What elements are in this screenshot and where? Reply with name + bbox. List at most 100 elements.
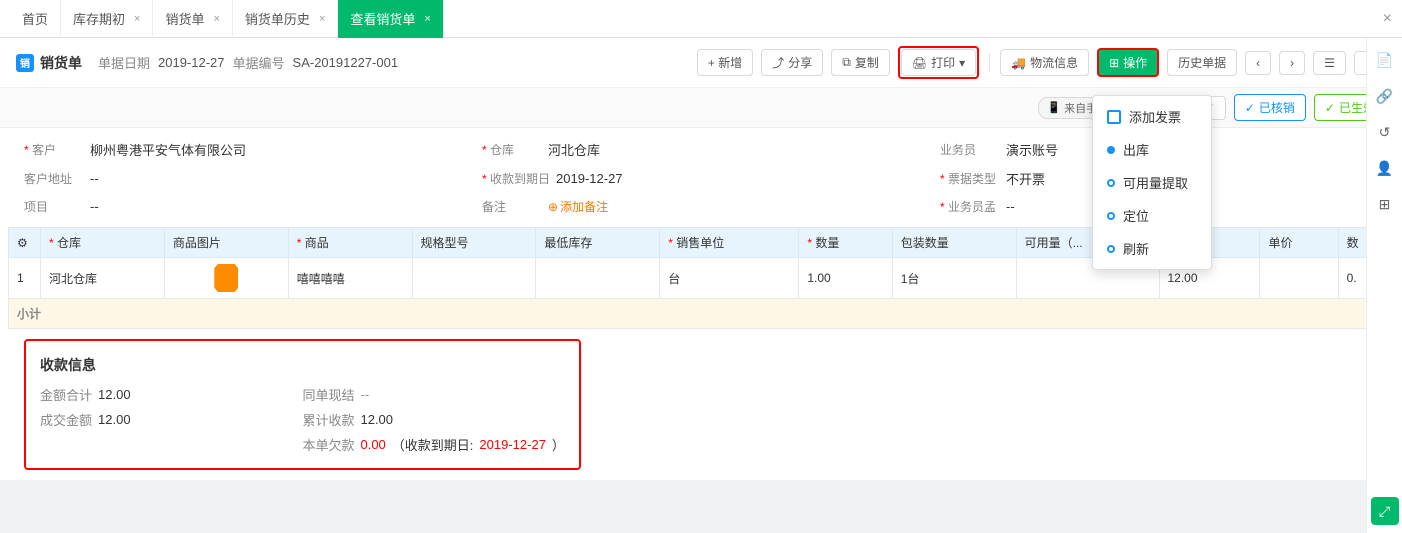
row-pack-qty: 1台 [892,258,1016,299]
locate-label: 定位 [1123,206,1149,225]
tab-inventory-init[interactable]: 库存期初 × [61,0,153,38]
same-order-value: -- [360,387,369,402]
row-qty: 1.00 [799,258,892,299]
dropdown-add-invoice[interactable]: 添加发票 [1093,100,1211,133]
row-product: 嘻嘻嘻嘻 [288,258,412,299]
nav-next-button[interactable]: › [1279,51,1305,75]
row-price [1260,258,1338,299]
tab-sales-order[interactable]: 销货单 × [153,0,232,38]
payment-info: 收款信息 金额合计 12.00 同单现结 -- 成交金额 12.00 累计收款 … [24,339,581,470]
total-amount-row: 金额合计 12.00 [40,385,302,404]
new-button[interactable]: + 新增 [697,49,753,76]
tab-sales-history[interactable]: 销货单历史 × [233,0,338,38]
available-qty-label: 可用量提取 [1123,173,1188,192]
dropdown-refresh[interactable]: 刷新 [1093,232,1211,265]
remark-row: 备注 ⊕ 添加备注 [482,198,920,215]
tab-home[interactable]: 首页 [10,0,61,38]
address-row: 客户地址 -- [24,169,462,188]
cumulative-label: 累计收款 [302,410,354,429]
operations-dropdown: 添加发票 出库 可用量提取 定位 刷新 [1092,95,1212,270]
same-order-label: 同单现结 [302,385,354,404]
doc-title-text: 销货单 [40,53,82,73]
remark-add-label: 添加备注 [560,198,608,215]
row-spec [412,258,536,299]
sales-staff-value: -- [1006,199,1015,214]
col-settings[interactable]: ⚙ [9,228,41,258]
divider1 [989,54,990,72]
date-label: 单据日期 [98,53,150,72]
address-value: -- [90,171,99,186]
copy-button[interactable]: ⧉ 复制 [831,49,890,76]
remark-add-icon: ⊕ [548,200,558,214]
add-invoice-label: 添加发票 [1129,107,1181,126]
arrears-value: 0.00 [360,437,385,452]
row-unit: 台 [660,258,799,299]
tab-inventory-init-close[interactable]: × [134,13,140,25]
sidebar-refresh-icon[interactable]: ↺ [1371,118,1399,146]
sidebar-link-icon[interactable]: 🔗 [1371,82,1399,110]
doc-actions: + 新增 ⤴ 分享 ⧉ 复制 🖨 打印 ▾ 🚚 物流信息 [697,46,1386,79]
tab-sales-history-close[interactable]: × [319,13,325,25]
sold-out-btn[interactable]: ✓ 已核销 [1234,94,1306,121]
doc-icon-text: 销 [20,55,30,70]
customer-value: 柳州粤港平安气体有限公司 [90,140,246,159]
payment-date-label: 收款到期日 [482,170,550,187]
tab-bar-close[interactable]: × [1383,10,1392,28]
sales-staff-label: 业务员孟 [940,198,1000,215]
warehouse-row: 仓库 河北仓库 [482,140,920,159]
add-invoice-icon [1107,110,1121,124]
total-amount-label: 金额合计 [40,385,92,404]
same-order-row: 同单现结 -- [302,385,564,404]
available-qty-icon [1107,179,1115,187]
operations-button[interactable]: ⊞ 操作 [1097,48,1159,77]
phone-icon: 📱 [1047,101,1061,114]
tab-inventory-init-label: 库存期初 [73,9,125,28]
print-icon: 🖨 [912,56,927,70]
print-dropdown-icon: ▾ [959,56,965,70]
project-row: 项目 -- [24,198,462,215]
transaction-value: 12.00 [98,412,131,427]
effective-icon: ✓ [1325,101,1335,115]
sidebar-doc-icon[interactable]: 📄 [1371,46,1399,74]
payment-date-row: 收款到期日 2019-12-27 [482,169,920,188]
nav-prev-button[interactable]: ‹ [1245,51,1271,75]
tab-bar: 首页 库存期初 × 销货单 × 销货单历史 × 查看销货单 × × [0,0,1402,38]
share-button[interactable]: ⤴ 分享 [761,49,823,76]
print-button[interactable]: 🖨 打印 ▾ [901,49,976,76]
subtotal-label: 小计 [9,299,1394,329]
dropdown-out-warehouse[interactable]: 出库 [1093,133,1211,166]
col-price: 单价 [1260,228,1338,258]
row-num: 1 [9,258,41,299]
remark-add-btn[interactable]: ⊕ 添加备注 [548,198,608,215]
sidebar-expand-icon[interactable]: ⤢ [1371,497,1399,525]
view-toggle-list[interactable]: ☰ [1313,51,1346,75]
staff-value: 演示账号 [1006,140,1058,159]
sold-out-label: 已核销 [1259,99,1295,116]
tab-sales-order-close[interactable]: × [213,13,219,25]
share-icon: ⤴ [772,54,784,71]
print-label: 打印 [931,54,955,71]
payment-info-title: 收款信息 [40,355,565,375]
col-spec: 规格型号 [412,228,536,258]
tab-view-sales-close[interactable]: × [424,13,430,25]
col-unit: 销售单位 [660,228,799,258]
dropdown-locate[interactable]: 定位 [1093,199,1211,232]
due-date-close: ） [552,435,565,454]
logistics-label: 物流信息 [1030,54,1078,71]
refresh-label: 刷新 [1123,239,1149,258]
sold-out-icon: ✓ [1245,101,1255,115]
sidebar-user-icon[interactable]: 👤 [1371,154,1399,182]
col-warehouse: 仓库 [41,228,165,258]
sidebar-grid-icon[interactable]: ⊞ [1371,190,1399,218]
dropdown-available-qty[interactable]: 可用量提取 [1093,166,1211,199]
tab-view-sales[interactable]: 查看销货单 × [338,0,443,38]
logistics-button[interactable]: 🚚 物流信息 [1000,49,1089,76]
col-img: 商品图片 [164,228,288,258]
doc-title-icon: 销 [16,54,34,72]
doc-meta: 单据日期 2019-12-27 单据编号 SA-20191227-001 [98,53,398,72]
tab-sales-history-label: 销货单历史 [245,9,310,28]
history-button[interactable]: 历史单据 [1167,49,1237,76]
out-warehouse-icon [1107,146,1115,154]
doc-title: 销 销货单 [16,53,82,73]
logistics-icon: 🚚 [1011,56,1026,70]
